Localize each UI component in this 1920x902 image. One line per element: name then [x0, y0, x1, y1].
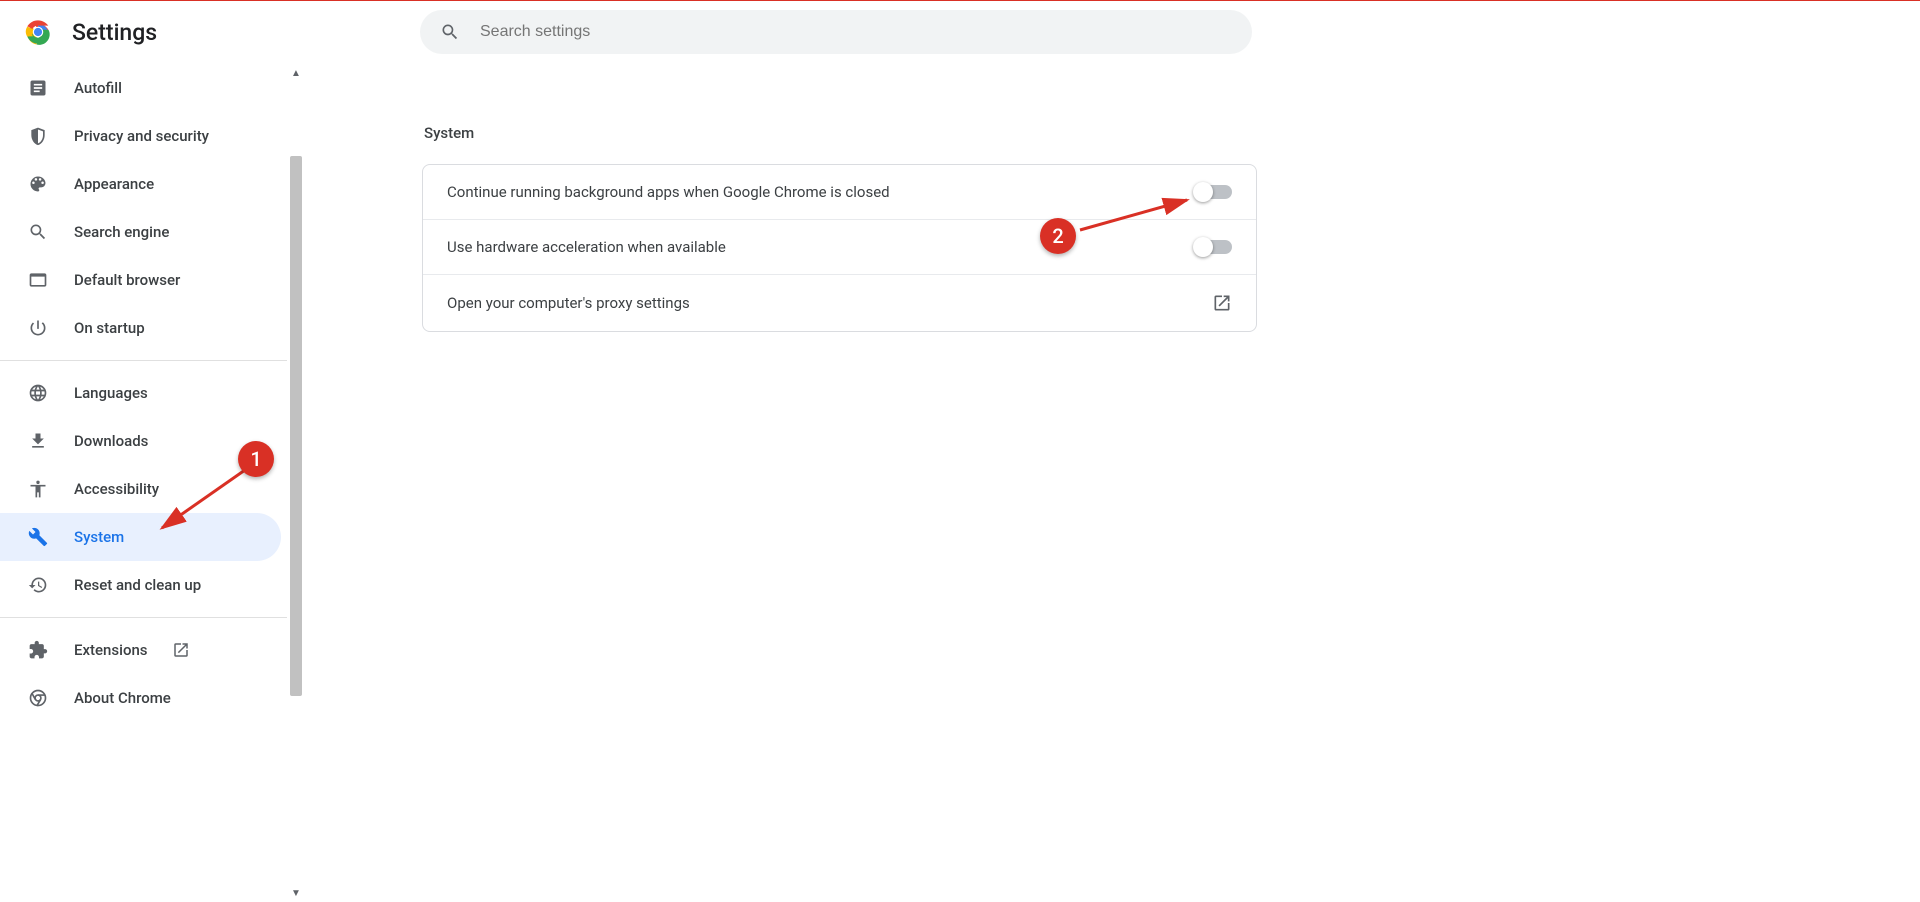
- search-input[interactable]: [480, 23, 1232, 41]
- open-external-icon: [172, 641, 190, 659]
- sidebar-item-label: Autofill: [74, 79, 122, 97]
- open-external-icon: [1212, 293, 1232, 313]
- sidebar-item-default-browser[interactable]: Default browser: [0, 256, 287, 304]
- sidebar-scrollbar[interactable]: ▲ ▼: [287, 64, 305, 902]
- puzzle-icon: [28, 640, 48, 660]
- sidebar-item-appearance[interactable]: Appearance: [0, 160, 287, 208]
- browser-icon: [28, 270, 48, 290]
- section-heading: System: [424, 124, 1257, 142]
- chrome-logo-icon: [24, 18, 52, 46]
- sidebar-item-label: Extensions: [74, 641, 148, 659]
- palette-icon: [28, 174, 48, 194]
- row-label: Open your computer's proxy settings: [447, 294, 690, 312]
- scrollbar-thumb[interactable]: [290, 156, 302, 696]
- sidebar-item-privacy[interactable]: Privacy and security: [0, 112, 287, 160]
- search-container: [420, 10, 1252, 54]
- autofill-icon: [28, 78, 48, 98]
- globe-icon: [28, 383, 48, 403]
- sidebar-divider: [0, 617, 287, 618]
- sidebar-item-label: Search engine: [74, 223, 169, 241]
- sidebar-item-extensions[interactable]: Extensions: [0, 626, 287, 674]
- row-label: Continue running background apps when Go…: [447, 183, 890, 201]
- sidebar-item-label: Downloads: [74, 432, 148, 450]
- search-icon: [28, 222, 48, 242]
- sidebar-item-label: Default browser: [74, 271, 180, 289]
- download-icon: [28, 431, 48, 451]
- chrome-outline-icon: [28, 688, 48, 708]
- search-box[interactable]: [420, 10, 1252, 54]
- annotation-arrow-2: [1072, 190, 1202, 240]
- annotation-badge-2: 2: [1040, 218, 1076, 254]
- accessibility-icon: [28, 479, 48, 499]
- sidebar-item-label: Languages: [74, 384, 148, 402]
- shield-icon: [28, 126, 48, 146]
- sidebar-item-search-engine[interactable]: Search engine: [0, 208, 287, 256]
- sidebar-item-label: Reset and clean up: [74, 576, 201, 594]
- toggle-hardware-accel[interactable]: [1196, 240, 1232, 254]
- window-top-border: [0, 0, 1920, 1]
- page-title: Settings: [72, 19, 157, 46]
- sidebar-item-about[interactable]: About Chrome: [0, 674, 287, 722]
- wrench-icon: [28, 527, 48, 547]
- scrollbar-down-button[interactable]: ▼: [287, 884, 305, 902]
- sidebar-divider: [0, 360, 287, 361]
- sidebar-item-on-startup[interactable]: On startup: [0, 304, 287, 352]
- sidebar-item-label: Accessibility: [74, 480, 159, 498]
- row-proxy-settings[interactable]: Open your computer's proxy settings: [423, 275, 1256, 331]
- annotation-badge-1: 1: [238, 441, 274, 477]
- search-icon: [440, 22, 460, 42]
- row-label: Use hardware acceleration when available: [447, 238, 726, 256]
- sidebar-item-languages[interactable]: Languages: [0, 369, 287, 417]
- sidebar-item-label: On startup: [74, 319, 145, 337]
- scrollbar-up-button[interactable]: ▲: [287, 64, 305, 82]
- sidebar-item-reset[interactable]: Reset and clean up: [0, 561, 287, 609]
- power-icon: [28, 318, 48, 338]
- sidebar-item-label: Privacy and security: [74, 127, 209, 145]
- sidebar-item-autofill[interactable]: Autofill: [0, 64, 287, 112]
- sidebar-item-label: Appearance: [74, 175, 154, 193]
- history-icon: [28, 575, 48, 595]
- sidebar-item-label: System: [74, 528, 124, 546]
- sidebar-item-label: About Chrome: [74, 689, 171, 707]
